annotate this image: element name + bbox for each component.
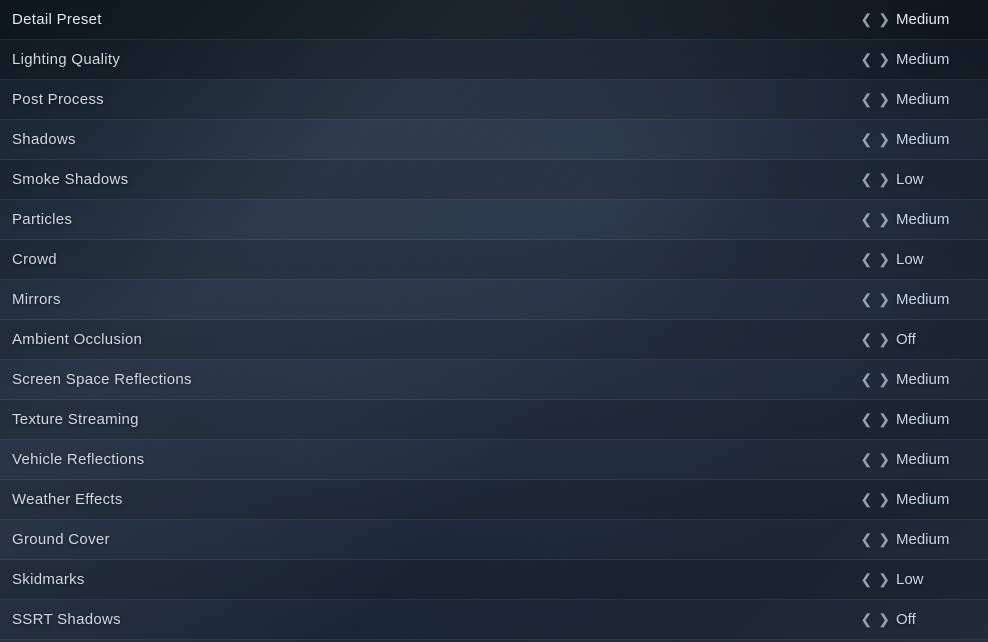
header-value: Medium bbox=[896, 11, 976, 28]
setting-row: SSRT Shadows ❮ ❯ Off bbox=[0, 600, 988, 640]
chevron-left-icon[interactable]: ❮ bbox=[861, 291, 873, 308]
setting-label: Skidmarks bbox=[12, 571, 85, 588]
setting-control: ❮ ❯ Low bbox=[861, 171, 976, 188]
chevron-right-icon[interactable]: ❯ bbox=[878, 251, 890, 268]
chevron-left-icon[interactable]: ❮ bbox=[861, 91, 873, 108]
setting-label: Ambient Occlusion bbox=[12, 331, 142, 348]
chevron-left-icon[interactable]: ❮ bbox=[861, 491, 873, 508]
setting-label: Post Process bbox=[12, 91, 104, 108]
setting-value: Medium bbox=[896, 531, 976, 548]
setting-value: Low bbox=[896, 171, 976, 188]
setting-row: Lighting Quality ❮ ❯ Medium bbox=[0, 40, 988, 80]
setting-row: Shadows ❮ ❯ Medium bbox=[0, 120, 988, 160]
setting-value: Medium bbox=[896, 491, 976, 508]
chevron-right-icon[interactable]: ❯ bbox=[878, 571, 890, 588]
setting-control: ❮ ❯ Medium bbox=[861, 211, 976, 228]
chevron-right-icon[interactable]: ❯ bbox=[878, 131, 890, 148]
setting-label: Texture Streaming bbox=[12, 411, 139, 428]
chevron-left-icon[interactable]: ❮ bbox=[861, 331, 873, 348]
chevron-left-icon[interactable]: ❮ bbox=[861, 371, 873, 388]
setting-label: Ground Cover bbox=[12, 531, 110, 548]
header-row: Detail Preset ❮ ❯ Medium bbox=[0, 0, 988, 40]
setting-value: Low bbox=[896, 571, 976, 588]
header-control: ❮ ❯ Medium bbox=[861, 11, 976, 28]
chevron-left-icon[interactable]: ❮ bbox=[861, 211, 873, 228]
setting-control: ❮ ❯ Medium bbox=[861, 371, 976, 388]
chevron-left-icon[interactable]: ❮ bbox=[861, 411, 873, 428]
setting-label: SSRT Shadows bbox=[12, 611, 121, 628]
chevron-left-icon[interactable]: ❮ bbox=[861, 51, 873, 68]
setting-value: Off bbox=[896, 331, 976, 348]
setting-control: ❮ ❯ Off bbox=[861, 331, 976, 348]
setting-label: Screen Space Reflections bbox=[12, 371, 192, 388]
setting-value: Low bbox=[896, 251, 976, 268]
setting-row: Ambient Occlusion ❮ ❯ Off bbox=[0, 320, 988, 360]
setting-value: Medium bbox=[896, 211, 976, 228]
chevron-right-icon[interactable]: ❯ bbox=[878, 171, 890, 188]
setting-control: ❮ ❯ Medium bbox=[861, 51, 976, 68]
setting-label: Particles bbox=[12, 211, 72, 228]
setting-value: Medium bbox=[896, 131, 976, 148]
setting-control: ❮ ❯ Medium bbox=[861, 131, 976, 148]
chevron-left-icon[interactable]: ❮ bbox=[861, 131, 873, 148]
setting-row: Ground Cover ❮ ❯ Medium bbox=[0, 520, 988, 560]
chevron-left-icon[interactable]: ❮ bbox=[861, 571, 873, 588]
setting-label: Vehicle Reflections bbox=[12, 451, 144, 468]
chevron-right-icon[interactable]: ❯ bbox=[878, 611, 890, 628]
setting-label: Weather Effects bbox=[12, 491, 123, 508]
setting-control: ❮ ❯ Off bbox=[861, 611, 976, 628]
setting-row: Vehicle Reflections ❮ ❯ Medium bbox=[0, 440, 988, 480]
setting-control: ❮ ❯ Low bbox=[861, 571, 976, 588]
chevron-right-icon[interactable]: ❯ bbox=[878, 531, 890, 548]
chevron-right-icon[interactable]: ❯ bbox=[878, 331, 890, 348]
chevron-left-icon[interactable]: ❮ bbox=[861, 531, 873, 548]
setting-row: Screen Space Reflections ❮ ❯ Medium bbox=[0, 360, 988, 400]
chevron-left-icon[interactable]: ❮ bbox=[861, 451, 873, 468]
setting-control: ❮ ❯ Medium bbox=[861, 291, 976, 308]
setting-control: ❮ ❯ Medium bbox=[861, 451, 976, 468]
chevron-right-icon[interactable]: ❯ bbox=[878, 211, 890, 228]
chevron-right-icon[interactable]: ❯ bbox=[878, 411, 890, 428]
setting-label: Mirrors bbox=[12, 291, 61, 308]
setting-label: Smoke Shadows bbox=[12, 171, 128, 188]
chevron-right-icon[interactable]: ❯ bbox=[878, 91, 890, 108]
chevron-left-icon[interactable]: ❮ bbox=[861, 251, 873, 268]
header-label: Detail Preset bbox=[12, 11, 102, 28]
setting-value: Medium bbox=[896, 451, 976, 468]
rows-container: Lighting Quality ❮ ❯ Medium Post Process ❮ ❯ Me… bbox=[0, 40, 988, 640]
setting-label: Shadows bbox=[12, 131, 76, 148]
chevron-left-icon[interactable]: ❮ bbox=[861, 611, 873, 628]
setting-row: Texture Streaming ❮ ❯ Medium bbox=[0, 400, 988, 440]
chevron-right-icon[interactable]: ❯ bbox=[878, 291, 890, 308]
setting-row: Weather Effects ❮ ❯ Medium bbox=[0, 480, 988, 520]
setting-row: Crowd ❮ ❯ Low bbox=[0, 240, 988, 280]
setting-row: Mirrors ❮ ❯ Medium bbox=[0, 280, 988, 320]
chevron-left-icon[interactable]: ❮ bbox=[861, 171, 873, 188]
setting-control: ❮ ❯ Medium bbox=[861, 491, 976, 508]
chevron-right-icon[interactable]: ❯ bbox=[878, 51, 890, 68]
setting-label: Lighting Quality bbox=[12, 51, 120, 68]
setting-value: Off bbox=[896, 611, 976, 628]
setting-label: Crowd bbox=[12, 251, 57, 268]
setting-value: Medium bbox=[896, 51, 976, 68]
setting-row: Particles ❮ ❯ Medium bbox=[0, 200, 988, 240]
setting-value: Medium bbox=[896, 371, 976, 388]
chevron-right-icon[interactable]: ❯ bbox=[878, 371, 890, 388]
setting-value: Medium bbox=[896, 411, 976, 428]
setting-value: Medium bbox=[896, 91, 976, 108]
chevron-right-icon[interactable]: ❯ bbox=[878, 451, 890, 468]
setting-row: Smoke Shadows ❮ ❯ Low bbox=[0, 160, 988, 200]
setting-row: Skidmarks ❮ ❯ Low bbox=[0, 560, 988, 600]
settings-container: Detail Preset ❮ ❯ Medium Lighting Qualit… bbox=[0, 0, 988, 640]
setting-control: ❮ ❯ Medium bbox=[861, 91, 976, 108]
chevron-right-icon[interactable]: ❯ bbox=[878, 491, 890, 508]
setting-row: Post Process ❮ ❯ Medium bbox=[0, 80, 988, 120]
setting-control: ❮ ❯ Medium bbox=[861, 531, 976, 548]
header-chevron-left[interactable]: ❮ bbox=[861, 11, 873, 28]
setting-value: Medium bbox=[896, 291, 976, 308]
setting-control: ❮ ❯ Low bbox=[861, 251, 976, 268]
header-chevron-right[interactable]: ❯ bbox=[878, 11, 890, 28]
setting-control: ❮ ❯ Medium bbox=[861, 411, 976, 428]
